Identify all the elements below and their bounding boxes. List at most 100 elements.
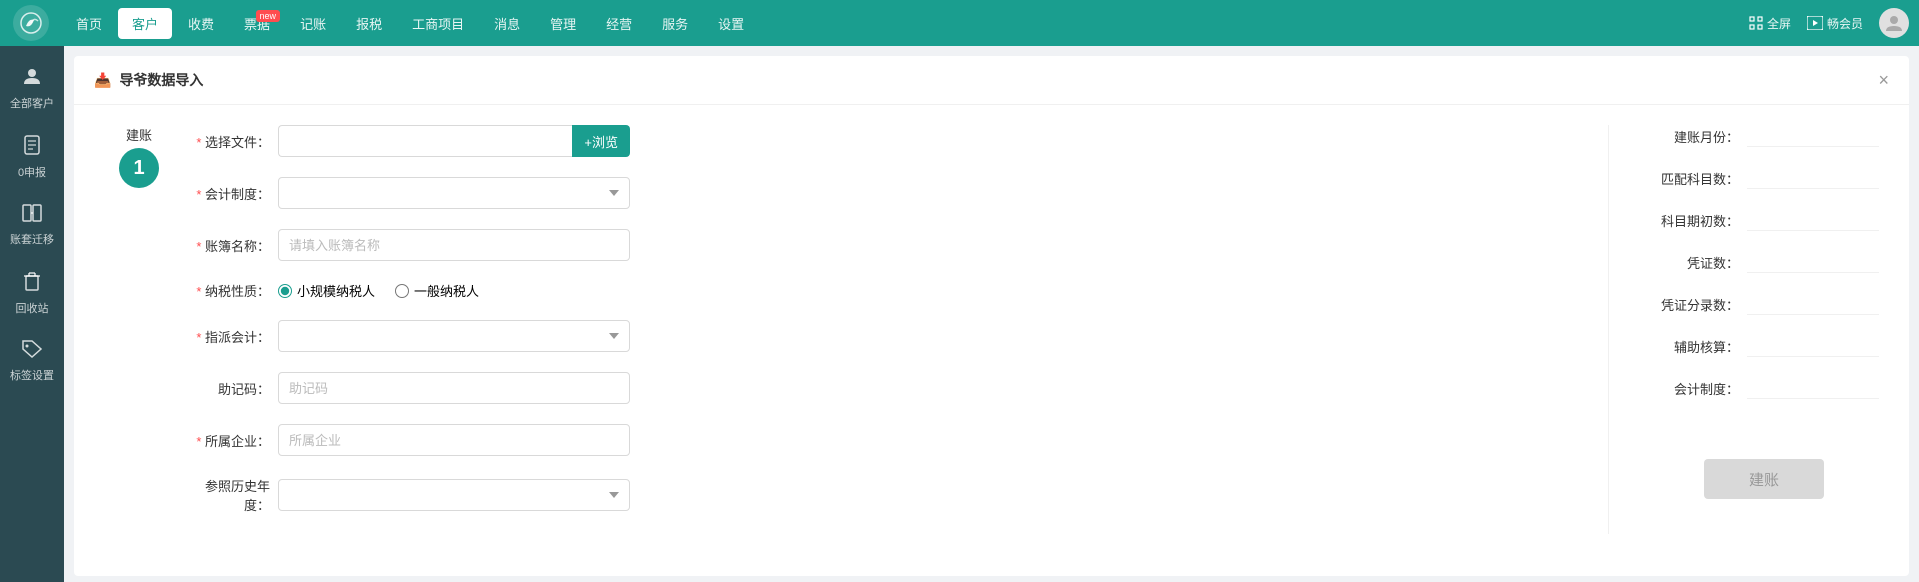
nav-items: 首页 客户 收费 票据 new 记账 报税 工商项目 消息 管理 经营 服务 设… bbox=[62, 8, 1749, 39]
vip-btn[interactable]: 畅会员 bbox=[1807, 15, 1863, 32]
nav-item-bizproject[interactable]: 工商项目 bbox=[398, 8, 478, 39]
sidebar-label-recycle: 回收站 bbox=[16, 300, 49, 316]
accounting-system-label: * 会计制度： bbox=[190, 184, 270, 203]
memo-row: 助记码： bbox=[190, 372, 630, 404]
tax-general-option[interactable]: 一般纳税人 bbox=[395, 281, 479, 300]
nav-item-fee[interactable]: 收费 bbox=[174, 8, 228, 39]
info-section: 建账月份： 匹配科目数： 科目期初数： 凭证数： bbox=[1619, 125, 1879, 534]
accounting-system-select[interactable] bbox=[278, 177, 630, 209]
avatar-icon bbox=[1884, 13, 1904, 33]
info-subject-initial-value bbox=[1747, 209, 1879, 231]
panel-body-wrapper: 建账 1 * 选择文件： +浏览 bbox=[74, 105, 1909, 554]
nav-item-manage[interactable]: 管理 bbox=[536, 8, 590, 39]
build-btn-area: 建账 bbox=[1649, 419, 1879, 499]
info-voucher-count-value bbox=[1747, 251, 1879, 273]
ledger-name-row: * 账簿名称： bbox=[190, 229, 630, 261]
file-row: * 选择文件： +浏览 bbox=[190, 125, 630, 157]
nav-item-account[interactable]: 记账 bbox=[286, 8, 340, 39]
info-voucher-entry-value bbox=[1747, 293, 1879, 315]
info-voucher-entry-label: 凭证分录数： bbox=[1649, 295, 1739, 314]
panel-header: 📥 导爷数据导入 × bbox=[74, 56, 1909, 105]
accounting-system-row: * 会计制度： bbox=[190, 177, 630, 209]
step-number: 1 bbox=[119, 148, 159, 188]
step-label: 建账 bbox=[126, 125, 152, 144]
avatar[interactable] bbox=[1879, 8, 1909, 38]
form-section: * 选择文件： +浏览 * 会计制度： bbox=[190, 125, 630, 534]
tax-general-label: 一般纳税人 bbox=[414, 281, 479, 300]
info-accounting-system-value bbox=[1747, 377, 1879, 399]
history-year-select[interactable] bbox=[278, 479, 630, 511]
info-accounting-month-label: 建账月份： bbox=[1649, 127, 1739, 146]
sidebar-item-all-customers[interactable]: 全部客户 bbox=[2, 56, 62, 121]
accountant-select[interactable] bbox=[278, 320, 630, 352]
panel-title-text: 导爷数据导入 bbox=[119, 70, 203, 90]
sidebar-item-account-migration[interactable]: 账套迁移 bbox=[2, 194, 62, 257]
build-account-button[interactable]: 建账 bbox=[1704, 459, 1824, 499]
history-year-label: 参照历史年度： bbox=[190, 476, 270, 514]
info-accounting-month: 建账月份： bbox=[1649, 125, 1879, 147]
logo-circle bbox=[13, 5, 49, 41]
main-content: 📥 导爷数据导入 × 建账 1 bbox=[64, 46, 1919, 582]
nav-item-operation[interactable]: 经营 bbox=[592, 8, 646, 39]
declaration-icon bbox=[23, 135, 41, 160]
ledger-name-label: * 账簿名称： bbox=[190, 236, 270, 255]
history-year-row: 参照历史年度： bbox=[190, 476, 630, 514]
info-accounting-system-label: 会计制度： bbox=[1649, 379, 1739, 398]
sidebar-item-recycle[interactable]: 回收站 bbox=[2, 261, 62, 326]
nav-item-home[interactable]: 首页 bbox=[62, 8, 116, 39]
nav-item-customer[interactable]: 客户 bbox=[118, 8, 172, 39]
nav-item-service[interactable]: 服务 bbox=[648, 8, 702, 39]
browse-button[interactable]: +浏览 bbox=[572, 125, 630, 157]
panel-close-button[interactable]: × bbox=[1878, 71, 1889, 89]
info-voucher-count-label: 凭证数： bbox=[1649, 253, 1739, 272]
accountant-row: * 指派会计： bbox=[190, 320, 630, 352]
info-voucher-count: 凭证数： bbox=[1649, 251, 1879, 273]
panel-title: 📥 导爷数据导入 bbox=[94, 70, 203, 90]
fullscreen-btn[interactable]: 全屏 bbox=[1749, 15, 1791, 32]
file-input-group: +浏览 bbox=[278, 125, 630, 157]
info-aux-accounting-label: 辅助核算： bbox=[1649, 337, 1739, 356]
nav-item-tax[interactable]: 报税 bbox=[342, 8, 396, 39]
accountant-label: * 指派会计： bbox=[190, 327, 270, 346]
nav-item-message[interactable]: 消息 bbox=[480, 8, 534, 39]
info-voucher-entry: 凭证分录数： bbox=[1649, 293, 1879, 315]
account-migration-icon bbox=[22, 204, 42, 227]
info-accounting-month-value bbox=[1747, 125, 1879, 147]
company-label: * 所属企业： bbox=[190, 431, 270, 450]
tax-small-radio[interactable] bbox=[278, 284, 292, 298]
info-match-subject-label: 匹配科目数： bbox=[1649, 169, 1739, 188]
file-input[interactable] bbox=[278, 125, 572, 157]
sidebar-item-declaration[interactable]: 0申报 bbox=[2, 125, 62, 190]
invoice-badge: new bbox=[256, 10, 281, 22]
nav-item-settings[interactable]: 设置 bbox=[704, 8, 758, 39]
sidebar-label-tag-settings: 标签设置 bbox=[10, 367, 54, 383]
info-accounting-system: 会计制度： bbox=[1649, 377, 1879, 399]
company-row: * 所属企业： bbox=[190, 424, 630, 456]
sidebar: 全部客户 0申报 账套迁移 回收站 标签设置 bbox=[0, 46, 64, 582]
left-area: 建账 1 * 选择文件： +浏览 bbox=[104, 125, 1598, 534]
fullscreen-icon bbox=[1749, 16, 1763, 30]
tax-type-radio-group: 小规模纳税人 一般纳税人 bbox=[278, 281, 630, 300]
memo-label: 助记码： bbox=[190, 379, 270, 398]
sidebar-item-tag-settings[interactable]: 标签设置 bbox=[2, 330, 62, 393]
tag-settings-icon bbox=[22, 340, 42, 363]
memo-input[interactable] bbox=[278, 372, 630, 404]
all-customers-icon bbox=[22, 66, 42, 91]
fullscreen-label: 全屏 bbox=[1767, 15, 1791, 32]
panel: 📥 导爷数据导入 × 建账 1 bbox=[74, 56, 1909, 576]
play-icon bbox=[1807, 16, 1823, 30]
tax-small-option[interactable]: 小规模纳税人 bbox=[278, 281, 375, 300]
tax-small-label: 小规模纳税人 bbox=[297, 281, 375, 300]
info-subject-initial-label: 科目期初数： bbox=[1649, 211, 1739, 230]
top-nav: 首页 客户 收费 票据 new 记账 报税 工商项目 消息 管理 经营 服务 设… bbox=[0, 0, 1919, 46]
info-match-subject-value bbox=[1747, 167, 1879, 189]
info-aux-accounting-value bbox=[1747, 335, 1879, 357]
step-section: 建账 1 bbox=[104, 125, 174, 534]
logo bbox=[10, 2, 52, 44]
ledger-name-input[interactable] bbox=[278, 229, 630, 261]
tax-general-radio[interactable] bbox=[395, 284, 409, 298]
section-divider bbox=[1608, 125, 1609, 534]
company-input[interactable] bbox=[278, 424, 630, 456]
nav-item-invoice[interactable]: 票据 new bbox=[230, 8, 284, 39]
step-badge: 建账 1 bbox=[104, 125, 174, 188]
